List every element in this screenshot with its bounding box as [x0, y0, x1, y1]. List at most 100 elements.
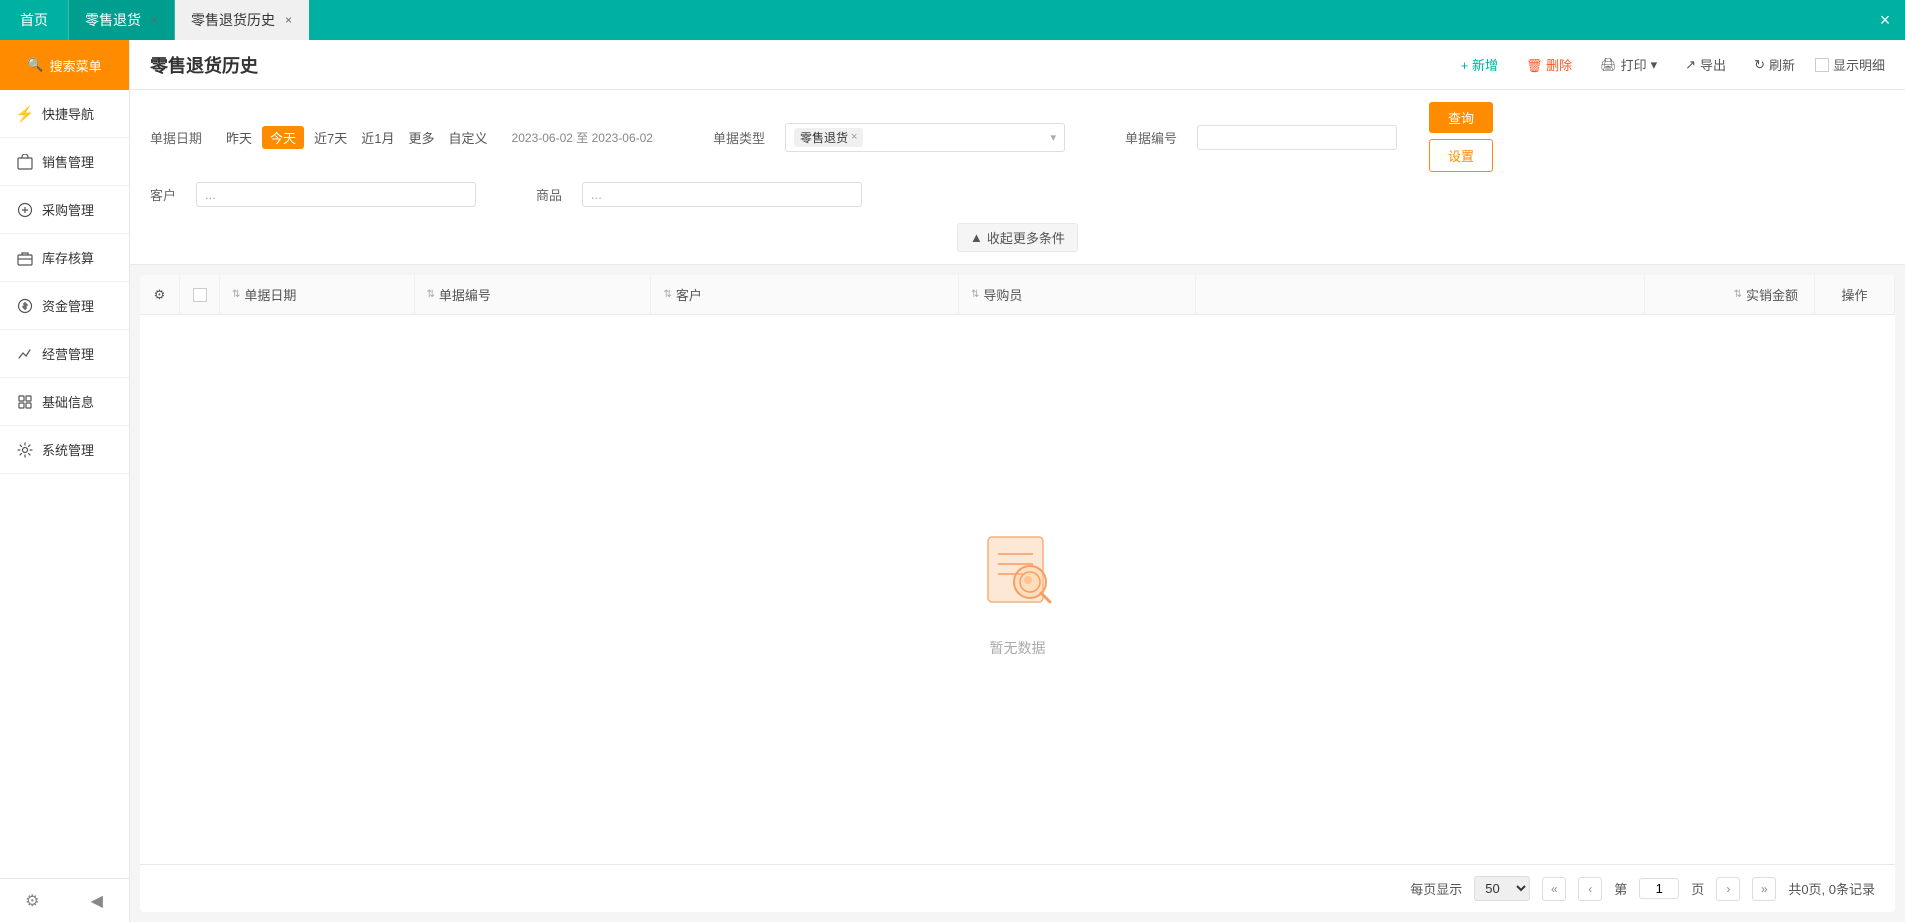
collapse-label: 收起更多条件 [987, 228, 1065, 247]
date-opt-7days[interactable]: 近7天 [310, 126, 351, 149]
sidebar-collapse-button[interactable]: ◀ [65, 879, 130, 922]
export-button[interactable]: ↗ 导出 [1677, 51, 1734, 78]
per-page-select[interactable]: 50 100 200 [1474, 876, 1530, 901]
table-footer: 每页显示 50 100 200 « ‹ 第 页 › » 共0页, 0条记录 [140, 864, 1895, 912]
select-all-checkbox[interactable] [193, 288, 207, 302]
date-opt-yesterday[interactable]: 昨天 [222, 126, 256, 149]
sidebar-item-inventory-label: 库存核算 [42, 248, 94, 267]
sidebar-item-quick-nav-label: 快捷导航 [42, 104, 94, 123]
th-amount[interactable]: ⇅ 实销金额 [1645, 275, 1815, 314]
print-icon: 🖨 [1600, 57, 1617, 73]
th-check[interactable] [180, 275, 220, 314]
sort-customer-icon: ⇅ [663, 289, 671, 300]
th-date[interactable]: ⇅ 单据日期 [220, 275, 415, 314]
page-last-button[interactable]: » [1752, 877, 1776, 901]
tab-spacer [309, 0, 1865, 40]
page-unit: 页 [1691, 879, 1704, 898]
th-customer[interactable]: ⇅ 客户 [651, 275, 959, 314]
sidebar-settings-button[interactable]: ⚙ [0, 879, 65, 922]
date-opt-1month[interactable]: 近1月 [357, 126, 398, 149]
show-detail-wrap: 显示明细 [1815, 55, 1885, 74]
sidebar-search[interactable]: 🔍 搜索菜单 [0, 40, 129, 90]
customer-label: 客户 [150, 185, 176, 204]
show-detail-checkbox[interactable] [1815, 58, 1829, 72]
tab-retail-return-close[interactable]: × [151, 13, 158, 27]
date-opt-today[interactable]: 今天 [262, 126, 304, 149]
window-close-button[interactable]: × [1865, 0, 1905, 40]
basic-icon [16, 393, 34, 411]
doc-num-input[interactable] [1197, 125, 1397, 150]
sidebar-item-operations-label: 经营管理 [42, 344, 94, 363]
top-tab-bar: 首页 零售退货 × 零售退货历史 × × [0, 0, 1905, 40]
collapse-filter-button[interactable]: ▲ 收起更多条件 [957, 223, 1078, 252]
date-filter-label: 单据日期 [150, 128, 202, 147]
date-opt-more[interactable]: 更多 [405, 126, 439, 149]
purchase-icon [16, 201, 34, 219]
sidebar-bottom: ⚙ ◀ [0, 878, 129, 922]
th-settings[interactable]: ⚙ [140, 275, 180, 314]
tab-home[interactable]: 首页 [0, 0, 69, 40]
date-opt-custom[interactable]: 自定义 [445, 126, 492, 149]
doc-type-arrow: ▾ [1050, 131, 1056, 144]
th-amount-label: 实销金额 [1746, 285, 1798, 304]
sidebar-item-finance[interactable]: 资金管理 [0, 282, 129, 330]
page-label: 第 [1614, 879, 1627, 898]
page-prev-button[interactable]: ‹ [1578, 877, 1602, 901]
page-first-button[interactable]: « [1542, 877, 1566, 901]
sort-amount-icon: ⇅ [1734, 289, 1742, 300]
filter-date-options: 昨天 今天 近7天 近1月 更多 自定义 [222, 126, 492, 149]
tab-retail-return-history-label: 零售退货历史 [191, 10, 275, 30]
sidebar-item-system[interactable]: 系统管理 [0, 426, 129, 474]
show-detail-label: 显示明细 [1833, 55, 1885, 74]
filter-settings-button[interactable]: 设置 [1429, 139, 1493, 172]
empty-illustration [968, 522, 1068, 622]
page-header: 零售退货历史 + 新增 🗑 删除 🖨 打印 ▾ ↗ 导出 ↻ 刷新 [130, 40, 1905, 90]
doc-type-select[interactable]: 零售退货 × ▾ [785, 123, 1065, 152]
customer-select[interactable]: ... [196, 182, 476, 207]
goods-placeholder: ... [591, 187, 602, 202]
th-guide[interactable]: ⇅ 导购员 [959, 275, 1196, 314]
per-page-label: 每页显示 [1410, 879, 1462, 898]
sidebar-item-inventory[interactable]: 库存核算 [0, 234, 129, 282]
page-next-button[interactable]: › [1716, 877, 1740, 901]
sidebar-item-quick-nav[interactable]: ⚡ 快捷导航 [0, 90, 129, 138]
empty-state: 暂无数据 [140, 315, 1895, 864]
column-settings-icon[interactable]: ⚙ [154, 287, 166, 303]
page-title: 零售退货历史 [150, 52, 258, 78]
new-button[interactable]: + 新增 [1453, 51, 1506, 78]
export-label: 导出 [1700, 55, 1726, 74]
doc-type-tag-close[interactable]: × [851, 131, 857, 143]
empty-text: 暂无数据 [990, 638, 1046, 658]
tab-retail-return-history[interactable]: 零售退货历史 × [175, 0, 309, 40]
query-button[interactable]: 查询 [1429, 102, 1493, 133]
operations-icon [16, 345, 34, 363]
sort-guide-icon: ⇅ [971, 289, 979, 300]
page-number-input[interactable] [1639, 878, 1679, 899]
sidebar-item-system-label: 系统管理 [42, 440, 94, 459]
sidebar-search-label: 搜索菜单 [50, 56, 102, 75]
refresh-icon: ↻ [1754, 57, 1765, 73]
sidebar-item-sales[interactable]: 销售管理 [0, 138, 129, 186]
sidebar-item-operations[interactable]: 经营管理 [0, 330, 129, 378]
sidebar-item-purchase-label: 采购管理 [42, 200, 94, 219]
th-customer-label: 客户 [676, 285, 702, 304]
print-arrow: ▾ [1651, 57, 1658, 73]
th-num-label: 单据编号 [439, 285, 491, 304]
doc-type-tag: 零售退货 × [794, 128, 863, 147]
date-range-display: 2023-06-02 至 2023-06-02 [512, 129, 653, 146]
th-date-label: 单据日期 [244, 285, 296, 304]
refresh-button[interactable]: ↻ 刷新 [1746, 51, 1803, 78]
sales-icon [16, 153, 34, 171]
delete-button[interactable]: 🗑 删除 [1518, 51, 1580, 78]
inventory-icon [16, 249, 34, 267]
sidebar-item-basic[interactable]: 基础信息 [0, 378, 129, 426]
refresh-label: 刷新 [1769, 55, 1795, 74]
sidebar-item-purchase[interactable]: 采购管理 [0, 186, 129, 234]
th-num[interactable]: ⇅ 单据编号 [415, 275, 652, 314]
tab-retail-return-history-close[interactable]: × [285, 13, 292, 27]
print-button[interactable]: 🖨 打印 ▾ [1592, 51, 1665, 78]
tab-retail-return[interactable]: 零售退货 × [69, 0, 175, 40]
search-icon: 🔍 [27, 57, 43, 73]
customer-placeholder: ... [205, 187, 216, 202]
goods-select[interactable]: ... [582, 182, 862, 207]
